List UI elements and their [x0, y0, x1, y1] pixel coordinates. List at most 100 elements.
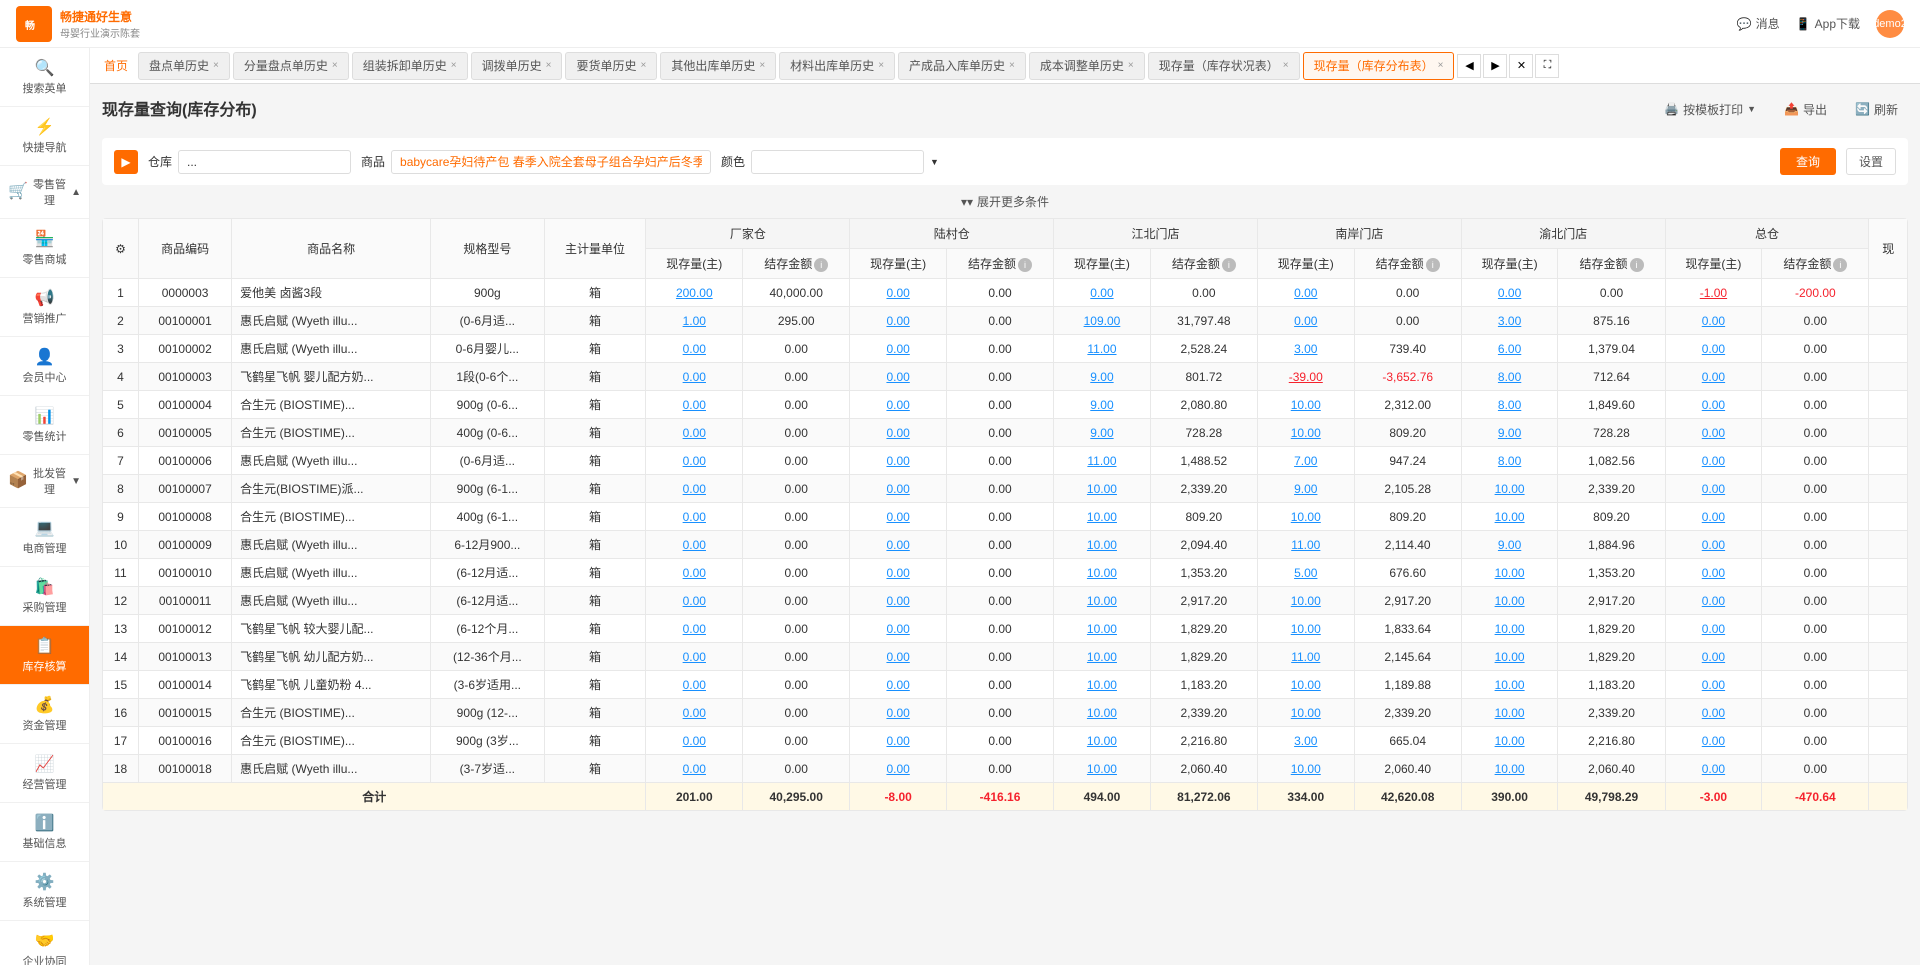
factory-qty-cell[interactable]: 0.00 [646, 363, 743, 391]
tab-next-btn[interactable]: ▶ [1483, 54, 1507, 78]
jiangbei-qty-cell[interactable]: 10.00 [1054, 559, 1151, 587]
yubei-qty-cell[interactable]: 10.00 [1461, 671, 1558, 699]
total-qty-cell[interactable]: 0.00 [1665, 727, 1762, 755]
total-qty-cell[interactable]: 0.00 [1665, 559, 1762, 587]
nanan-qty-cell[interactable]: 10.00 [1257, 391, 1354, 419]
yubei-qty-cell[interactable]: 8.00 [1461, 363, 1558, 391]
search-btn[interactable]: 查询 [1780, 148, 1836, 175]
nanan-qty-cell[interactable]: 10.00 [1257, 699, 1354, 727]
yubei-qty-cell[interactable]: 10.00 [1461, 615, 1558, 643]
lucun-qty-cell[interactable]: 0.00 [850, 335, 947, 363]
total-qty-cell[interactable]: 0.00 [1665, 503, 1762, 531]
yubei-qty-cell[interactable]: 0.00 [1461, 279, 1558, 307]
lucun-qty-cell[interactable]: 0.00 [850, 419, 947, 447]
jiangbei-amt-info[interactable]: i [1222, 258, 1236, 272]
nanan-qty-cell[interactable]: 10.00 [1257, 503, 1354, 531]
total-qty-cell[interactable]: 0.00 [1665, 531, 1762, 559]
sidebar-item-retail-stats[interactable]: 📊 零售统计 [0, 396, 89, 455]
sidebar-item-marketing[interactable]: 📢 营销推广 [0, 278, 89, 337]
sidebar-item-search[interactable]: 🔍 搜索英单 [0, 48, 89, 107]
lucun-qty-cell[interactable]: 0.00 [850, 671, 947, 699]
lucun-qty-cell[interactable]: 0.00 [850, 755, 947, 783]
jiangbei-qty-cell[interactable]: 10.00 [1054, 531, 1151, 559]
tab-close-9[interactable]: × [1128, 60, 1134, 71]
print-btn[interactable]: 🖨️ 按模板打印 ▼ [1654, 97, 1766, 122]
tab-purchase-order-history[interactable]: 要货单历史 × [565, 52, 657, 80]
tab-close-all-btn[interactable]: ✕ [1509, 54, 1533, 78]
total-qty-cell[interactable]: 0.00 [1665, 699, 1762, 727]
lucun-qty-cell[interactable]: 0.00 [850, 363, 947, 391]
tab-finished-goods-history[interactable]: 产成品入库单历史 × [898, 52, 1026, 80]
lucun-qty-cell[interactable]: 0.00 [850, 503, 947, 531]
factory-qty-cell[interactable]: 0.00 [646, 727, 743, 755]
tab-close-8[interactable]: × [1009, 60, 1015, 71]
nanan-qty-cell[interactable]: 10.00 [1257, 615, 1354, 643]
tab-prev-btn[interactable]: ◀ [1457, 54, 1481, 78]
nanan-qty-cell[interactable]: 10.00 [1257, 671, 1354, 699]
yubei-qty-cell[interactable]: 8.00 [1461, 447, 1558, 475]
tab-close-2[interactable]: × [332, 60, 338, 71]
factory-qty-cell[interactable]: 0.00 [646, 531, 743, 559]
factory-qty-cell[interactable]: 0.00 [646, 615, 743, 643]
lucun-qty-cell[interactable]: 0.00 [850, 475, 947, 503]
lucun-qty-cell[interactable]: 0.00 [850, 531, 947, 559]
filter-toggle-btn[interactable]: ▶ [114, 150, 138, 174]
total-qty-cell[interactable]: 0.00 [1665, 335, 1762, 363]
total-qty-cell[interactable]: 0.00 [1665, 475, 1762, 503]
tab-close-3[interactable]: × [451, 60, 457, 71]
sidebar-item-system[interactable]: ⚙️ 系统管理 [0, 862, 89, 921]
jiangbei-qty-cell[interactable]: 11.00 [1054, 447, 1151, 475]
tab-close-11[interactable]: × [1438, 60, 1444, 71]
yubei-qty-cell[interactable]: 10.00 [1461, 503, 1558, 531]
tab-inventory-count-history[interactable]: 盘点单历史 × [138, 52, 230, 80]
jiangbei-qty-cell[interactable]: 10.00 [1054, 503, 1151, 531]
nanan-qty-cell[interactable]: 11.00 [1257, 531, 1354, 559]
yubei-qty-cell[interactable]: 8.00 [1461, 391, 1558, 419]
jiangbei-qty-cell[interactable]: 10.00 [1054, 475, 1151, 503]
total-qty-cell[interactable]: 0.00 [1665, 615, 1762, 643]
yubei-qty-cell[interactable]: 10.00 [1461, 559, 1558, 587]
sidebar-item-finance[interactable]: 💰 资金管理 [0, 685, 89, 744]
factory-qty-cell[interactable]: 0.00 [646, 475, 743, 503]
total-qty-cell[interactable]: 0.00 [1665, 447, 1762, 475]
product-input[interactable] [391, 150, 711, 174]
factory-qty-cell[interactable]: 200.00 [646, 279, 743, 307]
yubei-qty-cell[interactable]: 9.00 [1461, 531, 1558, 559]
message-btn[interactable]: 💬 消息 [1737, 15, 1780, 32]
jiangbei-qty-cell[interactable]: 9.00 [1054, 419, 1151, 447]
lucun-qty-cell[interactable]: 0.00 [850, 727, 947, 755]
sidebar-item-members[interactable]: 👤 会员中心 [0, 337, 89, 396]
jiangbei-qty-cell[interactable]: 10.00 [1054, 643, 1151, 671]
factory-qty-cell[interactable]: 0.00 [646, 419, 743, 447]
factory-qty-cell[interactable]: 0.00 [646, 643, 743, 671]
tab-other-out-history[interactable]: 其他出库单历史 × [660, 52, 776, 80]
nanan-qty-cell[interactable]: 3.00 [1257, 727, 1354, 755]
factory-amt-info[interactable]: i [814, 258, 828, 272]
total-qty-cell[interactable]: 0.00 [1665, 587, 1762, 615]
sidebar-item-mall[interactable]: 🏪 零售商城 [0, 219, 89, 278]
tab-home[interactable]: 首页 [94, 52, 138, 80]
jiangbei-qty-cell[interactable]: 10.00 [1054, 615, 1151, 643]
jiangbei-qty-cell[interactable]: 109.00 [1054, 307, 1151, 335]
yubei-qty-cell[interactable]: 10.00 [1461, 727, 1558, 755]
tab-close-1[interactable]: × [213, 60, 219, 71]
yubei-qty-cell[interactable]: 10.00 [1461, 755, 1558, 783]
sidebar-item-inventory[interactable]: 📋 库存核算 [0, 626, 89, 685]
nanan-qty-cell[interactable]: 3.00 [1257, 335, 1354, 363]
lucun-qty-cell[interactable]: 0.00 [850, 307, 947, 335]
nanan-qty-cell[interactable]: 9.00 [1257, 475, 1354, 503]
factory-qty-cell[interactable]: 0.00 [646, 391, 743, 419]
lucun-qty-cell[interactable]: 0.00 [850, 699, 947, 727]
nanan-qty-cell[interactable]: -39.00 [1257, 363, 1354, 391]
tab-close-7[interactable]: × [878, 60, 884, 71]
sidebar-item-ecommerce[interactable]: 💻 电商管理 [0, 508, 89, 567]
yubei-qty-cell[interactable]: 10.00 [1461, 587, 1558, 615]
nanan-qty-cell[interactable]: 5.00 [1257, 559, 1354, 587]
jiangbei-qty-cell[interactable]: 10.00 [1054, 671, 1151, 699]
jiangbei-qty-cell[interactable]: 9.00 [1054, 363, 1151, 391]
lucun-qty-cell[interactable]: 0.00 [850, 615, 947, 643]
tab-transfer-history[interactable]: 调拨单历史 × [471, 52, 563, 80]
total-qty-cell[interactable]: 0.00 [1665, 643, 1762, 671]
sidebar-item-collab[interactable]: 🤝 企业协同 [0, 921, 89, 965]
factory-qty-cell[interactable]: 0.00 [646, 559, 743, 587]
